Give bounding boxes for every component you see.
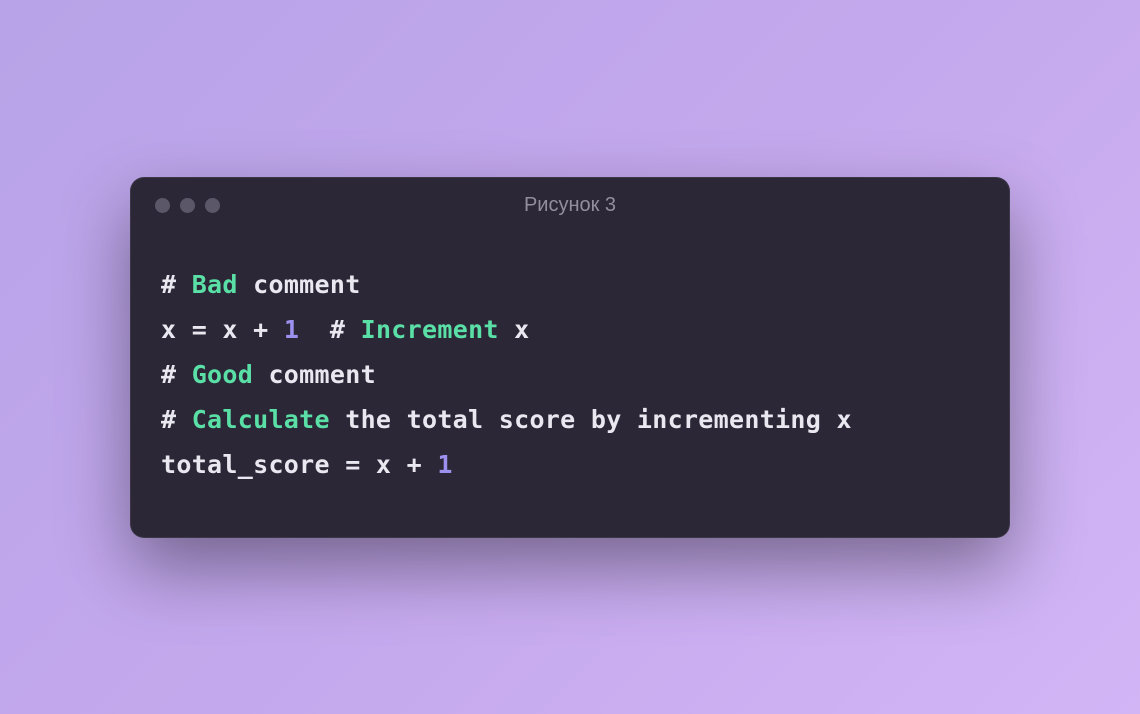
window-title: Рисунок 3 [524,194,616,217]
comment-keyword: Good [192,360,253,389]
code-number: 1 [437,450,452,479]
code-plus: + [253,315,268,344]
minimize-icon[interactable] [180,198,195,213]
maximize-icon[interactable] [205,198,220,213]
comment-keyword: Calculate [192,405,330,434]
code-line-2: x = x + 1 # Increment x [161,307,979,352]
code-number: 1 [284,315,299,344]
code-plus: + [407,450,422,479]
code-line-6: total_score = x + 1 [161,442,979,487]
comment-keyword: Bad [192,270,238,299]
code-expr: x [361,450,407,479]
comment-text: comment [253,360,376,389]
code-content: # Bad comment x = x + 1 # Increment x # … [131,234,1009,537]
code-line-4: # Good comment [161,352,979,397]
code-line-5: # Calculate the total score by increment… [161,397,979,442]
code-space [422,450,437,479]
inline-comment-hash: # [299,315,360,344]
traffic-lights [155,198,220,213]
comment-hash: # [161,270,192,299]
code-equals: = [192,315,207,344]
code-space [268,315,283,344]
close-icon[interactable] [155,198,170,213]
code-var: x [161,315,192,344]
comment-text: comment [238,270,361,299]
code-equals: = [345,450,360,479]
code-expr: x [207,315,253,344]
code-window: Рисунок 3 # Bad comment x = x + 1 # Incr… [130,177,1010,538]
inline-comment-keyword: Increment [361,315,499,344]
comment-text: the total score by incrementing x [330,405,852,434]
window-titlebar: Рисунок 3 [131,178,1009,234]
inline-comment-text: x [499,315,530,344]
comment-hash: # [161,360,192,389]
code-line-1: # Bad comment [161,262,979,307]
code-var: total_score [161,450,345,479]
comment-hash: # [161,405,192,434]
